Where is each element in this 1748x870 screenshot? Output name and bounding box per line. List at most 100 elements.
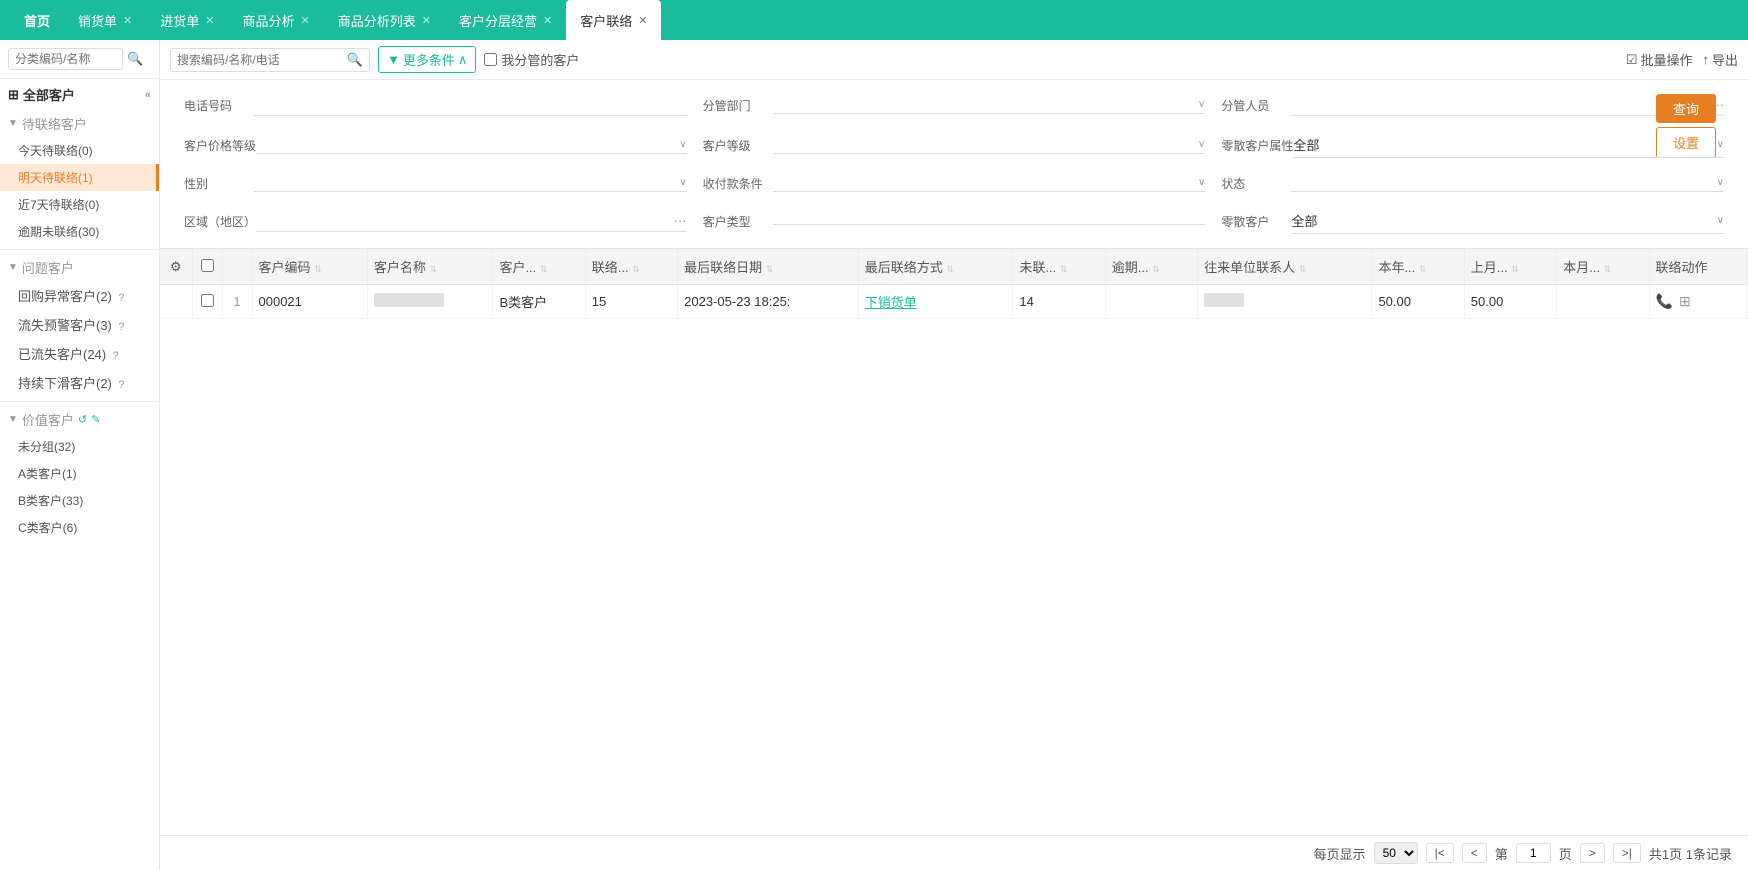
sidebar-collapse-btn[interactable]: « [145,89,151,101]
edit-icon[interactable]: ✎ [91,413,100,426]
filter-dept-label: 分管部门 [703,97,773,114]
sidebar-item-ungrouped[interactable]: 未分组(32) [0,433,159,460]
grid-action-icon[interactable]: ⊞ [1679,293,1691,310]
filter-retail-attr-select[interactable]: 全部 ∨ [1293,132,1724,158]
chevron-down-icon-5: ∨ [679,177,686,188]
filter-customer-level: 客户价格等级 ∨ [176,128,695,162]
sidebar-all-customers[interactable]: ⊞ 全部客户 « [0,79,159,110]
sort-icon-6: ⇅ [946,264,954,274]
last-page-btn[interactable]: >| [1613,843,1641,863]
col-last-month[interactable]: 上月... ⇅ [1464,249,1556,285]
col-last-method[interactable]: 最后联络方式 ⇅ [858,249,1013,285]
grid-icon: ⊞ [8,87,19,103]
col-this-year[interactable]: 本年... ⇅ [1372,249,1464,285]
col-not-contacted[interactable]: 未联... ⇅ [1013,249,1105,285]
filter-customer-type: 客户类型 [695,204,1214,238]
prev-page-btn[interactable]: < [1462,843,1487,863]
nav-product-analysis-list[interactable]: 商品分析列表 ✕ [324,0,445,40]
sidebar-item-declining[interactable]: 持续下滑客户(2) ? [0,368,159,397]
row-select-checkbox[interactable] [201,294,214,307]
sidebar-problem-title: ▼ 问题客户 [0,254,159,281]
close-product-analysis-list[interactable]: ✕ [422,14,431,27]
sidebar-item-warning[interactable]: 流失预警客户(3) ? [0,310,159,339]
sidebar-item-c-class[interactable]: C类客户(6) [0,514,159,541]
refresh-icon[interactable]: ↺ [78,413,87,426]
sidebar-item-b-class[interactable]: B类客户(33) [0,487,159,514]
search-box: 🔍 [170,48,370,72]
close-product-analysis[interactable]: ✕ [301,14,310,27]
col-last-date[interactable]: 最后联络日期 ⇅ [678,249,859,285]
export-btn[interactable]: ↑ 导出 [1702,50,1738,69]
sidebar-item-today[interactable]: 今天待联络(0) [0,137,159,164]
filter-status-label: 状态 [1221,175,1291,192]
search-icon[interactable]: 🔍 [347,52,363,68]
sidebar-search-icon[interactable]: 🔍 [127,51,143,67]
filter-customer-level-select[interactable]: ∨ [256,136,687,154]
sidebar-item-overdue[interactable]: 逾期未联络(30) [0,218,159,245]
filter-customer-grade-select[interactable]: ∨ [773,136,1206,154]
sidebar-item-7days[interactable]: 近7天待联络(0) [0,191,159,218]
search-input[interactable] [177,53,347,67]
sort-icon-10: ⇅ [1419,264,1427,274]
filter-icon: ▼ [387,52,400,67]
my-customers-filter[interactable]: 我分管的客户 [484,50,579,69]
row-last-month: 50.00 [1464,285,1556,319]
sort-icon-2: ⇅ [429,264,437,274]
close-purchase-order[interactable]: ✕ [205,14,214,27]
nav-product-analysis[interactable]: 商品分析 ✕ [228,0,323,40]
last-method-link[interactable]: 下销货单 [865,295,917,310]
filter-phone-label: 电话号码 [184,97,254,114]
info-icon-declining: ? [118,379,124,391]
row-name[interactable] [367,285,493,319]
filter-payment-select[interactable]: ∨ [773,174,1206,192]
more-filters-btn[interactable]: ▼ 更多条件 ∧ [378,46,476,73]
page-input[interactable] [1516,843,1551,863]
col-overdue[interactable]: 逾期... ⇅ [1105,249,1197,285]
col-name[interactable]: 客户名称 ⇅ [367,249,493,285]
col-gear[interactable]: ⚙ [160,249,192,285]
first-page-btn[interactable]: |< [1426,843,1454,863]
page-size-select[interactable]: 50 [1374,842,1418,864]
row-last-method[interactable]: 下销货单 [858,285,1013,319]
filter-status: 状态 ∨ [1213,170,1732,196]
phone-icon[interactable]: 📞 [1656,293,1673,310]
batch-ops-btn[interactable]: ☑ 批量操作 [1626,50,1693,69]
filter-dept-select[interactable]: ∨ [773,96,1206,114]
next-page-btn[interactable]: > [1580,843,1605,863]
nav-sales-order[interactable]: 销货单 ✕ [64,0,146,40]
sidebar-item-a-class[interactable]: A类客户(1) [0,460,159,487]
query-btn[interactable]: 查询 [1656,94,1716,123]
my-customers-checkbox[interactable] [484,53,497,66]
close-sales-order[interactable]: ✕ [123,14,132,27]
col-code[interactable]: 客户编码 ⇅ [252,249,367,285]
total-info: 共1页 1条记录 [1649,844,1732,863]
gear-icon-header[interactable]: ⚙ [170,259,182,274]
info-icon-abnormal: ? [118,292,124,304]
sidebar-item-lost[interactable]: 已流失客户(24) ? [0,339,159,368]
sidebar-item-abnormal[interactable]: 回购异常客户(2) ? [0,281,159,310]
filter-area-dots[interactable]: ··· [674,213,687,228]
filter-phone-input[interactable] [254,95,687,116]
row-code: 000021 [252,285,367,319]
filter-customer-type-select[interactable] [773,218,1206,225]
sidebar-search-input[interactable] [8,48,123,70]
sidebar-item-tomorrow[interactable]: 明天待联络(1) [0,164,159,191]
filter-retail-customer-select[interactable]: 全部 ∨ [1291,208,1724,234]
nav-home[interactable]: 首页 [10,0,64,40]
col-type[interactable]: 客户... ⇅ [493,249,585,285]
chevron-down-icon-8: ∨ [1717,215,1724,226]
filter-gender-select[interactable]: ∨ [254,174,687,192]
col-unit-contact[interactable]: 往来单位联系人 ⇅ [1198,249,1372,285]
filter-status-select[interactable]: ∨ [1291,174,1724,192]
col-this-month[interactable]: 本月... ⇅ [1557,249,1649,285]
filter-area-select[interactable]: ··· [256,210,687,232]
close-customer-layering[interactable]: ✕ [543,14,552,27]
nav-customer-contact[interactable]: 客户联络 ✕ [566,0,661,40]
nav-customer-layering[interactable]: 客户分层经营 ✕ [445,0,566,40]
toolbar-right: ☑ 批量操作 ↑ 导出 [1626,50,1738,69]
top-nav: 首页 销货单 ✕ 进货单 ✕ 商品分析 ✕ 商品分析列表 ✕ 客户分层经营 ✕ … [0,0,1748,40]
nav-purchase-order[interactable]: 进货单 ✕ [146,0,228,40]
close-customer-contact[interactable]: ✕ [638,14,647,27]
select-all-checkbox[interactable] [201,259,214,272]
col-contact[interactable]: 联络... ⇅ [585,249,677,285]
